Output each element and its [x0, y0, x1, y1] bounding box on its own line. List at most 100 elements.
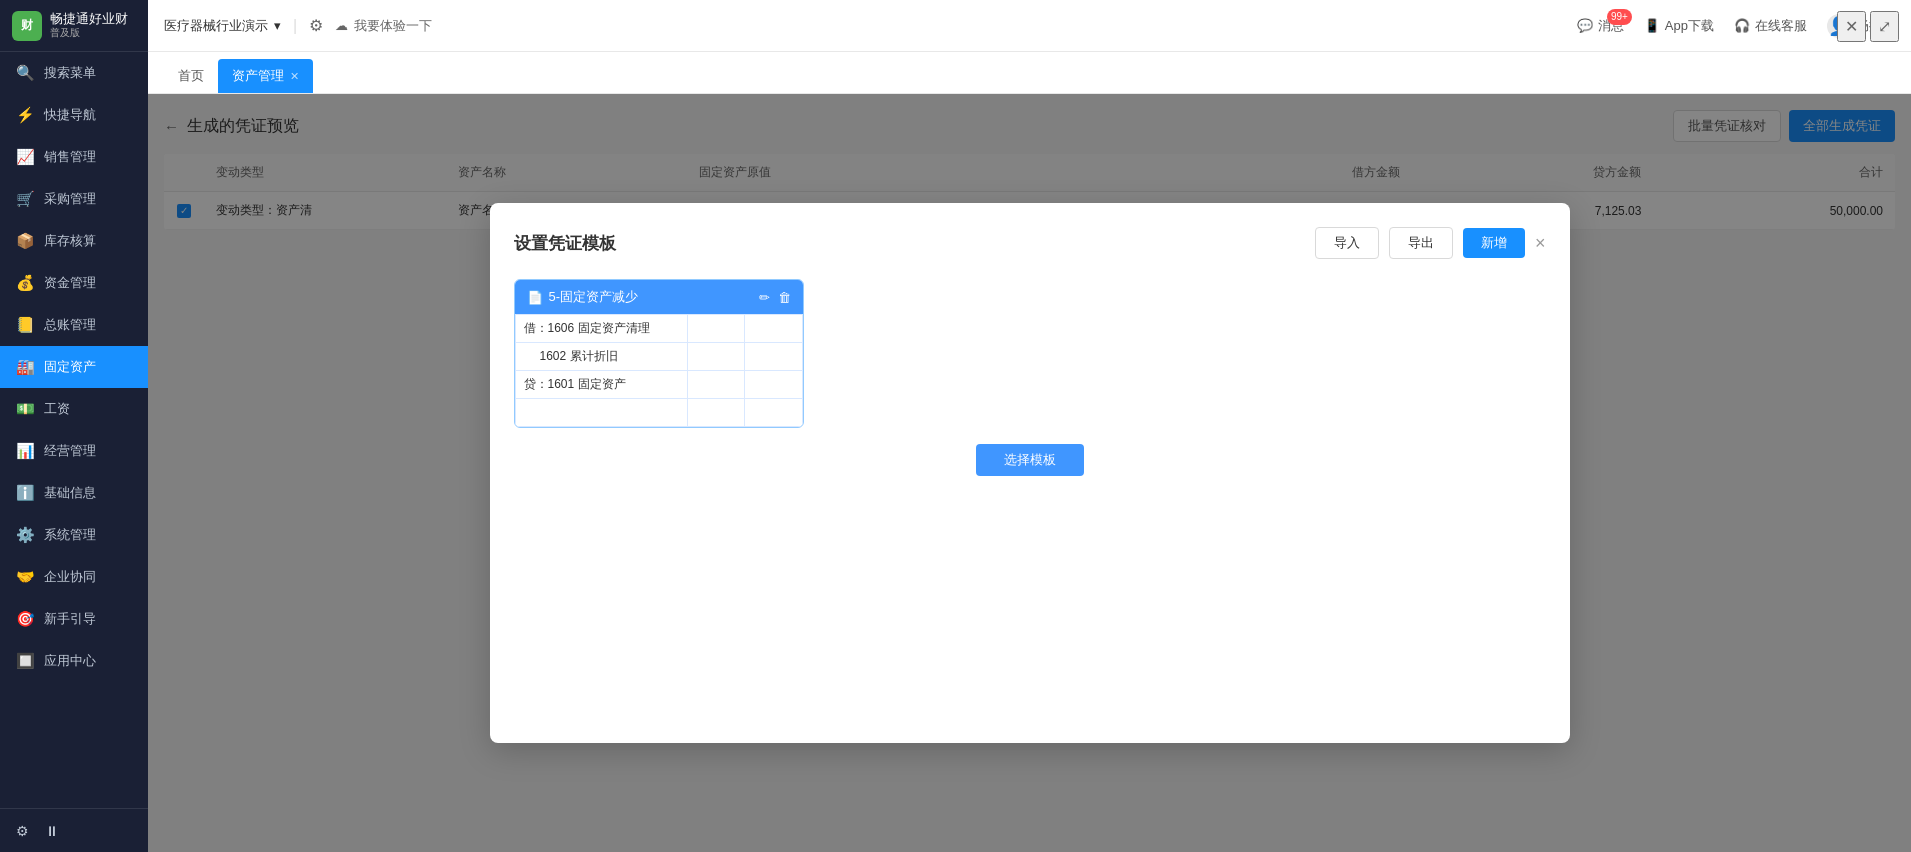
entry-label-1: 借：1606 固定资产清理	[515, 315, 687, 343]
sidebar-item-salary[interactable]: 💵 工资	[0, 388, 148, 430]
sidebar-scroll: 🔍 搜索菜单 ⚡ 快捷导航 📈 销售管理 🛒 采购管理 📦 库存核算 💰 资金管…	[0, 52, 148, 808]
template-entry-row	[515, 399, 802, 427]
cloud-icon: ☁	[335, 18, 348, 33]
sidebar-item-guide[interactable]: 🎯 新手引导	[0, 598, 148, 640]
sidebar-item-search-menu[interactable]: 🔍 搜索菜单	[0, 52, 148, 94]
entry-credit-4	[745, 399, 802, 427]
company-name: 医疗器械行业演示	[164, 17, 268, 35]
modal-overlay: 设置凭证模板 导入 导出 新增 × 📄	[148, 94, 1911, 852]
window-expand-button[interactable]: ⤢	[1870, 11, 1899, 42]
sidebar-item-quick-nav[interactable]: ⚡ 快捷导航	[0, 94, 148, 136]
entry-debit-3	[687, 371, 744, 399]
select-template-button[interactable]: 选择模板	[976, 444, 1084, 476]
sidebar-icon-app-center: 🔲	[16, 652, 34, 670]
template-card-header-actions: ✏ 🗑	[759, 290, 791, 305]
content-area: ← 生成的凭证预览 批量凭证核对 全部生成凭证 变动类型 资产名称 固定资产原值…	[148, 94, 1911, 852]
tab-close-icon[interactable]: ✕	[290, 70, 299, 83]
sidebar-label-fixed-assets: 固定资产	[44, 358, 96, 376]
main-area: 医疗器械行业演示 ▾ | ⚙ ☁ 我要体验一下 💬 消息 99+ 📱 App下载…	[148, 0, 1911, 852]
sidebar-item-sales[interactable]: 📈 销售管理	[0, 136, 148, 178]
entry-credit-1	[745, 315, 802, 343]
sidebar-label-enterprise: 企业协同	[44, 568, 96, 586]
template-card-name: 5-固定资产减少	[549, 288, 639, 306]
topbar-settings-icon[interactable]: ⚙	[309, 16, 323, 35]
sidebar-label-search-menu: 搜索菜单	[44, 64, 96, 82]
entry-debit-4	[687, 399, 744, 427]
app-download-action[interactable]: 📱 App下载	[1644, 17, 1714, 35]
tab-asset-management-label: 资产管理	[232, 67, 284, 85]
export-button[interactable]: 导出	[1389, 227, 1453, 259]
entry-label-3: 贷：1601 固定资产	[515, 371, 687, 399]
sidebar-item-purchase[interactable]: 🛒 采购管理	[0, 178, 148, 220]
app-download-icon: 📱	[1644, 18, 1660, 33]
sidebar-item-basic-info[interactable]: ℹ️ 基础信息	[0, 472, 148, 514]
entry-credit-3	[745, 371, 802, 399]
messages-badge: 99+	[1607, 9, 1632, 25]
template-delete-icon[interactable]: 🗑	[778, 290, 791, 305]
settings-footer-icon[interactable]: ⚙	[16, 823, 29, 839]
online-service-label: 在线客服	[1755, 17, 1807, 35]
online-service-action[interactable]: 🎧 在线客服	[1734, 17, 1807, 35]
modal-close-button[interactable]: ×	[1535, 233, 1546, 254]
tabs-bar: 首页 资产管理 ✕ ✕ ⤢	[148, 52, 1911, 94]
sidebar-label-inventory: 库存核算	[44, 232, 96, 250]
window-close-button[interactable]: ✕	[1837, 11, 1866, 42]
template-entry-row: 借：1606 固定资产清理	[515, 315, 802, 343]
sidebar-label-sales: 销售管理	[44, 148, 96, 166]
sidebar-label-salary: 工资	[44, 400, 70, 418]
tab-home-label: 首页	[178, 67, 204, 85]
logo-text: 畅捷通好业财	[50, 11, 128, 27]
sidebar-icon-fund: 💰	[16, 274, 34, 292]
sidebar-item-fund[interactable]: 💰 资金管理	[0, 262, 148, 304]
sidebar-icon-salary: 💵	[16, 400, 34, 418]
experience-text: 我要体验一下	[354, 17, 432, 35]
template-entry-row: 贷：1601 固定资产	[515, 371, 802, 399]
entry-credit-2	[745, 343, 802, 371]
entry-debit-1	[687, 315, 744, 343]
tab-home[interactable]: 首页	[164, 59, 218, 93]
sidebar-icon-purchase: 🛒	[16, 190, 34, 208]
template-card-header: 📄 5-固定资产减少 ✏ 🗑	[515, 280, 803, 314]
voucher-template-modal: 设置凭证模板 导入 导出 新增 × 📄	[490, 203, 1570, 743]
sidebar-icon-inventory: 📦	[16, 232, 34, 250]
topbar: 医疗器械行业演示 ▾ | ⚙ ☁ 我要体验一下 💬 消息 99+ 📱 App下载…	[148, 0, 1911, 52]
new-button[interactable]: 新增	[1463, 228, 1525, 258]
sidebar-label-app-center: 应用中心	[44, 652, 96, 670]
sidebar-icon-quick-nav: ⚡	[16, 106, 34, 124]
sidebar-item-operation[interactable]: 📊 经营管理	[0, 430, 148, 472]
entry-label-2: 1602 累计折旧	[515, 343, 687, 371]
sidebar-item-system[interactable]: ⚙️ 系统管理	[0, 514, 148, 556]
logo-edition: 普及版	[50, 26, 128, 40]
pause-footer-icon[interactable]: ⏸	[45, 823, 59, 839]
sidebar-icon-fixed-assets: 🏭	[16, 358, 34, 376]
modal-title: 设置凭证模板	[514, 232, 616, 255]
import-button[interactable]: 导入	[1315, 227, 1379, 259]
sidebar-icon-sales: 📈	[16, 148, 34, 166]
window-controls: ✕ ⤢	[1825, 0, 1911, 52]
sidebar-label-guide: 新手引导	[44, 610, 96, 628]
sidebar-item-enterprise[interactable]: 🤝 企业协同	[0, 556, 148, 598]
company-selector[interactable]: 医疗器械行业演示 ▾	[164, 17, 281, 35]
sidebar-label-system: 系统管理	[44, 526, 96, 544]
sidebar-item-inventory[interactable]: 📦 库存核算	[0, 220, 148, 262]
messages-icon: 💬	[1577, 18, 1593, 33]
sidebar-icon-ledger: 📒	[16, 316, 34, 334]
sidebar-icon-operation: 📊	[16, 442, 34, 460]
sidebar-label-fund: 资金管理	[44, 274, 96, 292]
experience-button[interactable]: ☁ 我要体验一下	[335, 17, 432, 35]
sidebar-item-fixed-assets[interactable]: 🏭 固定资产	[0, 346, 148, 388]
tab-asset-management[interactable]: 资产管理 ✕	[218, 59, 313, 93]
sidebar-footer: ⚙ ⏸	[0, 808, 148, 852]
company-dropdown-icon: ▾	[274, 18, 281, 33]
online-service-icon: 🎧	[1734, 18, 1750, 33]
sidebar-icon-basic-info: ℹ️	[16, 484, 34, 502]
sidebar-label-ledger: 总账管理	[44, 316, 96, 334]
logo-icon: 财	[12, 11, 42, 41]
sidebar-icon-system: ⚙️	[16, 526, 34, 544]
template-edit-icon[interactable]: ✏	[759, 290, 770, 305]
sidebar-item-app-center[interactable]: 🔲 应用中心	[0, 640, 148, 682]
messages-action[interactable]: 💬 消息 99+	[1577, 17, 1624, 35]
template-card-doc-icon: 📄	[527, 290, 543, 305]
sidebar-item-ledger[interactable]: 📒 总账管理	[0, 304, 148, 346]
modal-header: 设置凭证模板 导入 导出 新增 ×	[514, 227, 1546, 259]
